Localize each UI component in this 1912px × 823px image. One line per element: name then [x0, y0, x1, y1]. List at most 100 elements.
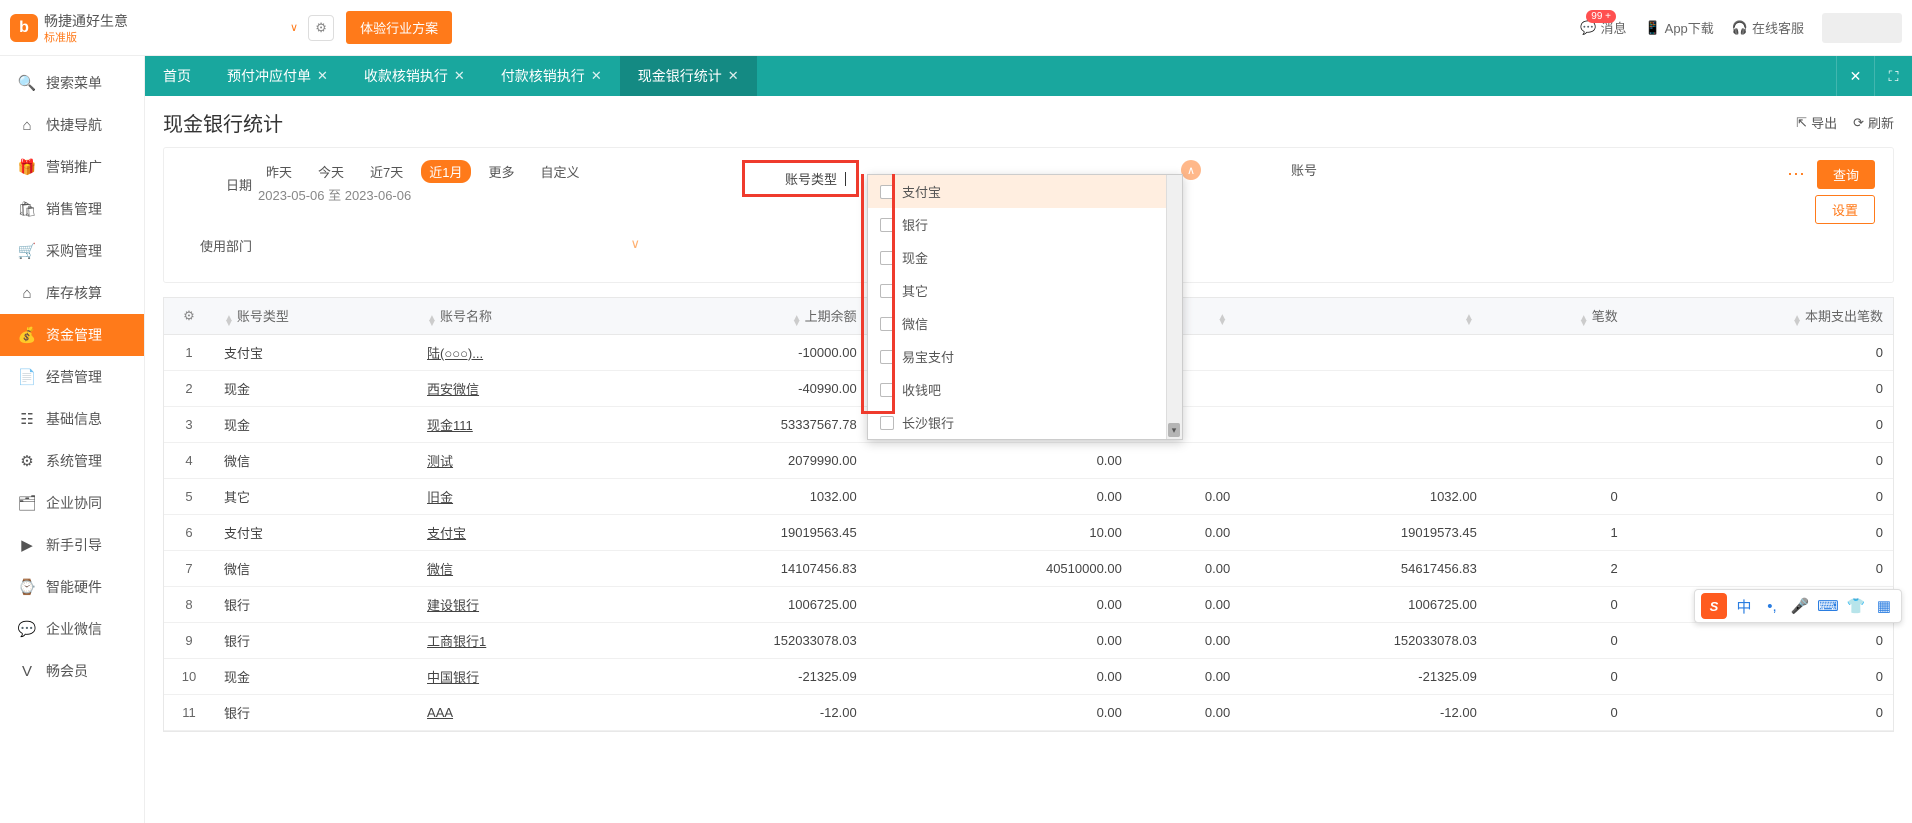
- messages-link[interactable]: 💬 99 + 消息: [1580, 18, 1626, 37]
- checkbox[interactable]: [880, 350, 894, 364]
- column-header[interactable]: ▲▼账号类型: [214, 298, 417, 335]
- date-quick-option[interactable]: 昨天: [258, 160, 300, 183]
- sidebar-item[interactable]: 🔍搜索菜单: [0, 62, 144, 104]
- cell-prev-balance: 19019563.45: [620, 515, 867, 551]
- checkbox[interactable]: [880, 416, 894, 430]
- dropdown-scrollbar[interactable]: ▾: [1166, 175, 1182, 439]
- settings-icon[interactable]: ⚙: [308, 15, 334, 41]
- sidebar-item[interactable]: 📄经营管理: [0, 356, 144, 398]
- tab[interactable]: 收款核销执行✕: [346, 56, 483, 96]
- account-type-filter[interactable]: 账号类型: [742, 160, 859, 197]
- collapse-caret-icon[interactable]: ∧: [1181, 160, 1201, 180]
- ime-mic-icon[interactable]: 🎤: [1789, 595, 1811, 617]
- settings-button[interactable]: 设置: [1815, 195, 1875, 224]
- sidebar-item[interactable]: 🎁营销推广: [0, 146, 144, 188]
- dept-select[interactable]: ∨: [282, 232, 642, 256]
- ime-toolbox-icon[interactable]: ▦: [1873, 595, 1895, 617]
- cell-account-name[interactable]: 陆(○○○)...: [417, 335, 620, 371]
- dropdown-option[interactable]: 现金: [868, 241, 1182, 274]
- dropdown-option-label: 微信: [902, 314, 928, 333]
- sidebar-item[interactable]: 🛒采购管理: [0, 230, 144, 272]
- dropdown-option[interactable]: 收钱吧: [868, 373, 1182, 406]
- checkbox[interactable]: [880, 251, 894, 265]
- sidebar-item[interactable]: 🗂企业协同: [0, 482, 144, 524]
- sidebar-item[interactable]: ⚙系统管理: [0, 440, 144, 482]
- sidebar-item[interactable]: ⌚智能硬件: [0, 566, 144, 608]
- cell-account-name[interactable]: 现金111: [417, 407, 620, 443]
- ime-punct-icon[interactable]: •,: [1761, 595, 1783, 617]
- tab-close-icon[interactable]: ✕: [317, 68, 328, 84]
- column-header[interactable]: ▲▼账号名称: [417, 298, 620, 335]
- sidebar-item[interactable]: 💰资金管理: [0, 314, 144, 356]
- sidebar-item[interactable]: 🛍销售管理: [0, 188, 144, 230]
- scroll-down-icon[interactable]: ▾: [1168, 423, 1180, 437]
- ime-toolbar[interactable]: S 中 •, 🎤 ⌨ 👕 ▦: [1694, 589, 1902, 623]
- cell-account-name[interactable]: 工商银行1: [417, 623, 620, 659]
- date-quick-option[interactable]: 近1月: [421, 160, 470, 183]
- user-avatar[interactable]: [1822, 13, 1902, 43]
- tenant-selector[interactable]: ∨: [170, 21, 298, 34]
- cell-account-name[interactable]: 支付宝: [417, 515, 620, 551]
- tab[interactable]: 现金银行统计✕: [620, 56, 757, 96]
- dropdown-option[interactable]: 长沙银行: [868, 406, 1182, 439]
- sidebar-item[interactable]: ⌂快捷导航: [0, 104, 144, 146]
- sidebar-item-icon: ▶: [18, 536, 36, 554]
- dropdown-option[interactable]: 银行: [868, 208, 1182, 241]
- app-download-link[interactable]: 📱 App下载: [1644, 18, 1713, 37]
- date-quick-option[interactable]: 更多: [481, 160, 523, 183]
- cell-account-name[interactable]: 西安微信: [417, 371, 620, 407]
- dropdown-option[interactable]: 微信: [868, 307, 1182, 340]
- checkbox[interactable]: [880, 185, 894, 199]
- cell-account-name[interactable]: 测试: [417, 443, 620, 479]
- sidebar-item[interactable]: V畅会员: [0, 650, 144, 692]
- column-header[interactable]: ▲▼本期支出笔数: [1628, 298, 1893, 335]
- cell-account-name[interactable]: 旧金: [417, 479, 620, 515]
- ime-skin-icon[interactable]: 👕: [1845, 595, 1867, 617]
- dropdown-option[interactable]: 支付宝: [868, 175, 1182, 208]
- ime-lang[interactable]: 中: [1733, 595, 1755, 617]
- tab[interactable]: 付款核销执行✕: [483, 56, 620, 96]
- checkbox[interactable]: [880, 383, 894, 397]
- tab-close-icon[interactable]: ✕: [728, 68, 739, 84]
- fullscreen-icon[interactable]: ⛶: [1874, 56, 1912, 96]
- sidebar-item-label: 营销推广: [46, 157, 102, 177]
- checkbox[interactable]: [880, 317, 894, 331]
- date-quick-option[interactable]: 今天: [310, 160, 352, 183]
- sidebar-item[interactable]: 💬企业微信: [0, 608, 144, 650]
- dropdown-option[interactable]: 易宝支付: [868, 340, 1182, 373]
- dropdown-option[interactable]: 其它: [868, 274, 1182, 307]
- column-header[interactable]: ▲▼: [1240, 298, 1487, 335]
- tab-close-icon[interactable]: ✕: [454, 68, 465, 84]
- column-header[interactable]: ▲▼上期余额: [620, 298, 867, 335]
- sort-icon: ▲▼: [224, 316, 234, 326]
- column-header[interactable]: ▲▼笔数: [1487, 298, 1628, 335]
- ime-keyboard-icon[interactable]: ⌨: [1817, 595, 1839, 617]
- tab[interactable]: 首页: [145, 56, 209, 96]
- cell-account-name[interactable]: 中国银行: [417, 659, 620, 695]
- tab-close-icon[interactable]: ✕: [591, 68, 602, 84]
- gear-icon: ⚙: [183, 308, 195, 323]
- sort-icon: ▲▼: [1217, 315, 1227, 325]
- close-all-tabs-icon[interactable]: ✕: [1836, 56, 1874, 96]
- export-button[interactable]: ⇱导出: [1796, 113, 1837, 132]
- cell-account-name[interactable]: 建设银行: [417, 587, 620, 623]
- sidebar-item[interactable]: ⌂库存核算: [0, 272, 144, 314]
- tab[interactable]: 预付冲应付单✕: [209, 56, 346, 96]
- gear-column-header[interactable]: ⚙: [164, 298, 214, 335]
- date-quick-option[interactable]: 近7天: [362, 160, 411, 183]
- cell-prev-balance: 53337567.78: [620, 407, 867, 443]
- query-button[interactable]: 查询: [1817, 160, 1875, 189]
- sidebar-item[interactable]: ☷基础信息: [0, 398, 144, 440]
- cell-account-name[interactable]: 微信: [417, 551, 620, 587]
- customer-service-link[interactable]: 🎧 在线客服: [1732, 18, 1804, 37]
- more-filters-icon[interactable]: ⋯: [1787, 164, 1807, 185]
- trial-button[interactable]: 体验行业方案: [346, 11, 452, 44]
- refresh-button[interactable]: ⟳刷新: [1853, 113, 1894, 132]
- checkbox[interactable]: [880, 218, 894, 232]
- date-quick-option[interactable]: 自定义: [533, 160, 588, 183]
- checkbox[interactable]: [880, 284, 894, 298]
- cell-account-name[interactable]: AAA: [417, 695, 620, 731]
- sidebar-item[interactable]: ▶新手引导: [0, 524, 144, 566]
- cell-count2: 0: [1628, 515, 1893, 551]
- cell-count2: 0: [1628, 371, 1893, 407]
